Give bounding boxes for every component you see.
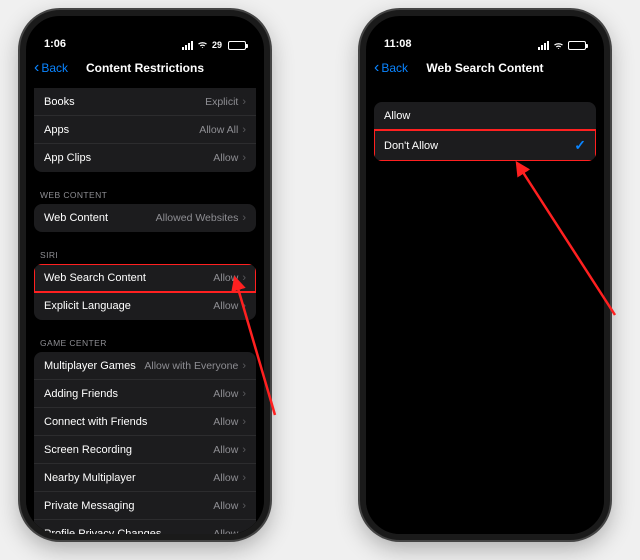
chevron-right-icon: ›: [242, 360, 246, 372]
row-dont-allow[interactable]: Don't Allow ✓: [374, 130, 596, 161]
row-label: Connect with Friends: [44, 416, 147, 428]
row-web-search-content[interactable]: Web Search Content Allow ›: [34, 264, 256, 292]
phone-right: 11:08 ‹ Back Web Search Content Allow: [360, 10, 610, 540]
chevron-right-icon: ›: [242, 300, 246, 312]
chevron-right-icon: ›: [242, 500, 246, 512]
row-value: Allow: [213, 152, 238, 164]
row-label: Private Messaging: [44, 500, 135, 512]
row-explicit-language[interactable]: Explicit Language Allow ›: [34, 292, 256, 320]
back-button[interactable]: ‹ Back: [374, 60, 408, 76]
phone-left: 1:06 29 ‹ Back Content Restrictions Book…: [20, 10, 270, 540]
row-connect-friends[interactable]: Connect with Friends Allow ›: [34, 408, 256, 436]
row-nearby-multiplayer[interactable]: Nearby Multiplayer Allow ›: [34, 464, 256, 492]
chevron-right-icon: ›: [242, 444, 246, 456]
row-label: Nearby Multiplayer: [44, 472, 136, 484]
status-indicators: [538, 41, 586, 50]
row-value: Allowed Websites: [156, 212, 239, 224]
row-label: Web Content: [44, 212, 108, 224]
wifi-icon: [553, 42, 564, 50]
checkmark-icon: ✓: [574, 137, 586, 154]
wifi-icon: [197, 41, 208, 49]
chevron-right-icon: ›: [242, 96, 246, 108]
row-adding-friends[interactable]: Adding Friends Allow ›: [34, 380, 256, 408]
chevron-right-icon: ›: [242, 528, 246, 534]
settings-group-options: Allow Don't Allow ✓: [374, 102, 596, 161]
row-label: Don't Allow: [384, 140, 438, 152]
row-screen-recording[interactable]: Screen Recording Allow ›: [34, 436, 256, 464]
settings-group-web: Web Content Allowed Websites›: [34, 204, 256, 232]
row-label: Apps: [44, 124, 69, 136]
status-time: 1:06: [44, 38, 66, 50]
back-label: Back: [41, 61, 68, 75]
section-header-siri: SIRI: [26, 240, 264, 264]
row-value: Allow: [213, 300, 238, 312]
row-private-messaging[interactable]: Private Messaging Allow ›: [34, 492, 256, 520]
dynamic-island: [106, 24, 184, 46]
row-value: Explicit: [205, 96, 238, 108]
chevron-right-icon: ›: [242, 416, 246, 428]
row-value: Allow All: [199, 124, 238, 136]
row-label: Profile Privacy Changes: [44, 528, 161, 534]
row-books[interactable]: Books Explicit ›: [34, 88, 256, 116]
row-value: Allow: [213, 500, 238, 512]
row-label: App Clips: [44, 152, 91, 164]
settings-group-game-center: Multiplayer Games Allow with Everyone › A…: [34, 352, 256, 534]
notch: [430, 16, 540, 34]
section-header-web-content: WEB CONTENT: [26, 180, 264, 204]
settings-content[interactable]: Books Explicit › Apps Allow All › App Clip…: [26, 84, 264, 534]
row-value: Allow with Everyone: [144, 360, 238, 372]
battery-icon: [228, 41, 246, 50]
row-web-content[interactable]: Web Content Allowed Websites›: [34, 204, 256, 232]
status-time: 11:08: [384, 38, 412, 50]
battery-percent: 29: [212, 40, 222, 50]
row-allow[interactable]: Allow: [374, 102, 596, 130]
row-value: Allow: [213, 444, 238, 456]
chevron-left-icon: ‹: [374, 60, 379, 76]
chevron-right-icon: ›: [242, 472, 246, 484]
back-button[interactable]: ‹ Back: [34, 60, 68, 76]
back-label: Back: [381, 61, 408, 75]
status-indicators: 29: [182, 40, 246, 50]
chevron-right-icon: ›: [242, 212, 246, 224]
row-value: Allow: [213, 472, 238, 484]
row-value: Allow: [213, 528, 238, 534]
settings-group-media: Books Explicit › Apps Allow All › App Clip…: [34, 88, 256, 172]
battery-icon: [568, 41, 586, 50]
chevron-right-icon: ›: [242, 152, 246, 164]
row-apps[interactable]: Apps Allow All ›: [34, 116, 256, 144]
settings-group-siri: Web Search Content Allow › Explicit Langu…: [34, 264, 256, 320]
nav-bar: ‹ Back Web Search Content: [366, 52, 604, 84]
row-label: Allow: [384, 110, 410, 122]
row-label: Books: [44, 96, 75, 108]
row-value: Allow: [213, 416, 238, 428]
row-value: Allow: [213, 388, 238, 400]
chevron-right-icon: ›: [242, 272, 246, 284]
row-multiplayer-games[interactable]: Multiplayer Games Allow with Everyone ›: [34, 352, 256, 380]
row-label: Explicit Language: [44, 300, 131, 312]
section-header-game-center: GAME CENTER: [26, 328, 264, 352]
row-label: Screen Recording: [44, 444, 132, 456]
chevron-right-icon: ›: [242, 124, 246, 136]
cellular-icon: [538, 41, 549, 50]
row-value: Allow: [213, 272, 238, 284]
row-label: Web Search Content: [44, 272, 146, 284]
row-label: Multiplayer Games: [44, 360, 136, 372]
cellular-icon: [182, 41, 193, 50]
row-app-clips[interactable]: App Clips Allow ›: [34, 144, 256, 172]
settings-content[interactable]: Allow Don't Allow ✓: [366, 84, 604, 534]
row-label: Adding Friends: [44, 388, 118, 400]
nav-bar: ‹ Back Content Restrictions: [26, 52, 264, 84]
row-profile-privacy[interactable]: Profile Privacy Changes Allow ›: [34, 520, 256, 534]
chevron-right-icon: ›: [242, 388, 246, 400]
chevron-left-icon: ‹: [34, 60, 39, 76]
